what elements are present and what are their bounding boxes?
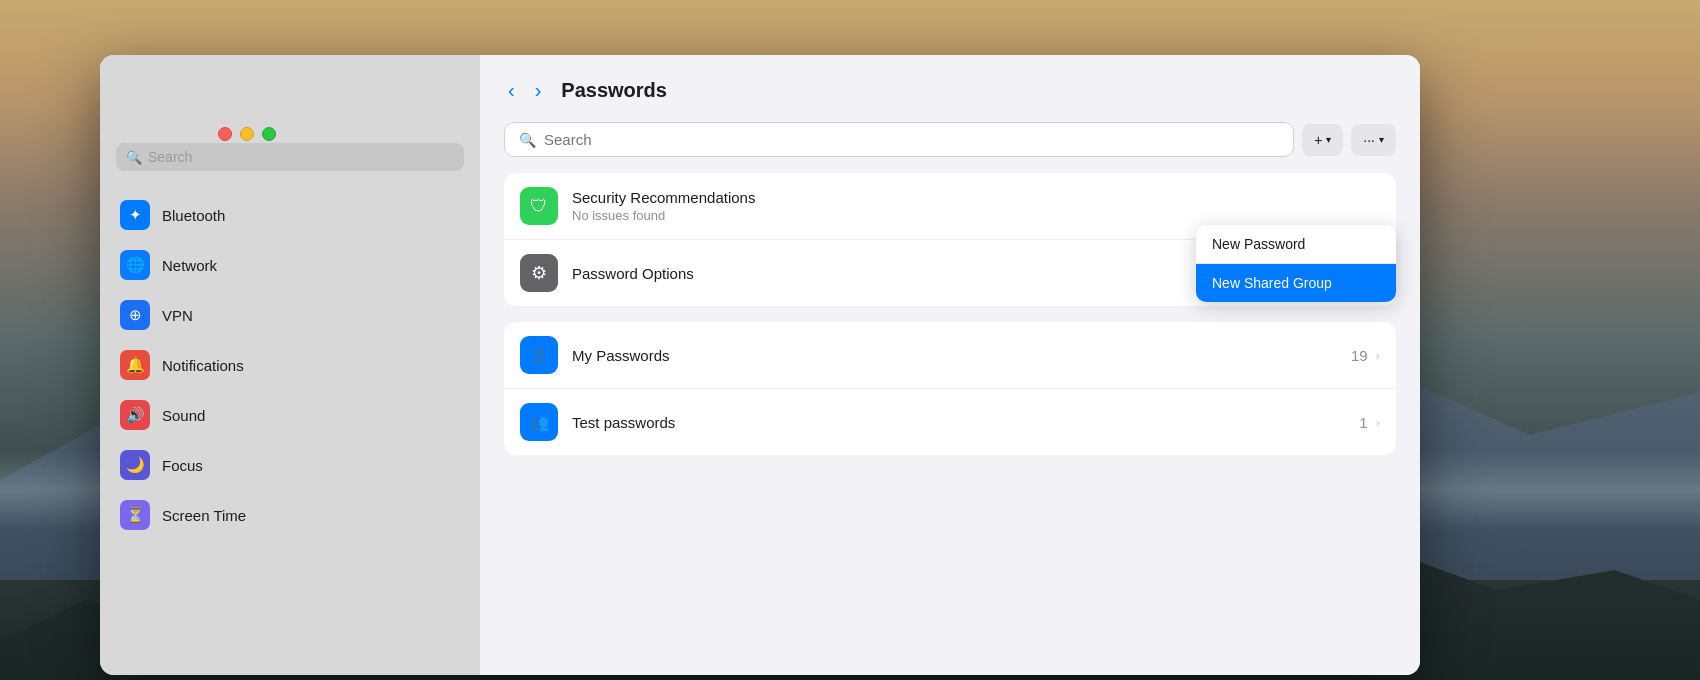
my-passwords-text: My Passwords	[572, 347, 1351, 364]
new-password-item[interactable]: New Password	[1196, 225, 1396, 264]
sidebar-search-placeholder: Search	[148, 149, 192, 165]
sidebar-label-vpn: VPN	[162, 307, 193, 324]
search-icon: 🔍	[126, 150, 142, 165]
security-subtitle: No issues found	[572, 208, 1380, 223]
add-chevron-icon: ▾	[1326, 134, 1331, 145]
test-passwords-text: Test passwords	[572, 414, 1359, 431]
passwords-section: 👤 My Passwords 19 › 👥 Test passwords 1 ›	[504, 322, 1396, 455]
test-passwords-title: Test passwords	[572, 414, 1359, 431]
sidebar-item-focus[interactable]: 🌙 Focus	[108, 441, 472, 489]
more-chevron-icon: ▾	[1379, 134, 1384, 145]
sidebar-search-bar[interactable]: 🔍 Search	[116, 143, 464, 171]
sidebar-item-network[interactable]: 🌐 Network	[108, 241, 472, 289]
sidebar-label-focus: Focus	[162, 457, 203, 474]
sidebar-label-notifications: Notifications	[162, 357, 244, 374]
main-header: ‹ › Passwords	[480, 55, 1420, 122]
test-passwords-item[interactable]: 👥 Test passwords 1 ›	[504, 389, 1396, 455]
my-passwords-count: 19	[1351, 347, 1368, 364]
security-item-text: Security Recommendations No issues found	[572, 189, 1380, 223]
sidebar-items: ✦ Bluetooth 🌐 Network ⊕ VPN 🔔 Notificati…	[100, 187, 480, 675]
window: 🔍 Search ✦ Bluetooth 🌐 Network ⊕ VPN 🔔 N…	[100, 55, 1420, 675]
main-content: ‹ › Passwords 🔍 + ▾ ··· ▾ New Password	[480, 55, 1420, 675]
close-button[interactable]	[218, 127, 232, 141]
page-title: Passwords	[561, 79, 667, 102]
sidebar: 🔍 Search ✦ Bluetooth 🌐 Network ⊕ VPN 🔔 N…	[100, 55, 480, 675]
add-plus-label: +	[1314, 132, 1322, 148]
main-search-bar[interactable]: 🔍	[504, 122, 1294, 157]
my-passwords-item[interactable]: 👤 My Passwords 19 ›	[504, 322, 1396, 389]
sidebar-label-screen-time: Screen Time	[162, 507, 246, 524]
sidebar-label-sound: Sound	[162, 407, 205, 424]
sidebar-item-bluetooth[interactable]: ✦ Bluetooth	[108, 191, 472, 239]
new-shared-group-item[interactable]: New Shared Group	[1196, 264, 1396, 302]
focus-icon: 🌙	[120, 450, 150, 480]
add-button[interactable]: + ▾	[1302, 124, 1343, 156]
traffic-lights	[218, 127, 276, 141]
test-passwords-icon: 👥	[520, 403, 558, 441]
notifications-icon: 🔔	[120, 350, 150, 380]
more-dots-label: ···	[1363, 132, 1375, 148]
screen-time-icon: ⏳	[120, 500, 150, 530]
more-button[interactable]: ··· ▾	[1351, 124, 1396, 156]
sidebar-label-bluetooth: Bluetooth	[162, 207, 225, 224]
sidebar-item-sound[interactable]: 🔊 Sound	[108, 391, 472, 439]
sidebar-item-screen-time[interactable]: ⏳ Screen Time	[108, 491, 472, 539]
vpn-icon: ⊕	[120, 300, 150, 330]
sound-icon: 🔊	[120, 400, 150, 430]
new-shared-group-label: New Shared Group	[1212, 275, 1332, 291]
main-search-icon: 🔍	[519, 132, 536, 148]
security-icon: 🛡	[520, 187, 558, 225]
my-passwords-icon: 👤	[520, 336, 558, 374]
dropdown-menu: New Password New Shared Group	[1196, 225, 1396, 302]
options-icon: ⚙	[520, 254, 558, 292]
forward-button[interactable]: ›	[531, 75, 546, 106]
sidebar-item-notifications[interactable]: 🔔 Notifications	[108, 341, 472, 389]
main-search-row: 🔍 + ▾ ··· ▾	[480, 122, 1420, 173]
minimize-button[interactable]	[240, 127, 254, 141]
sidebar-item-vpn[interactable]: ⊕ VPN	[108, 291, 472, 339]
network-icon: 🌐	[120, 250, 150, 280]
new-password-label: New Password	[1212, 236, 1305, 252]
content-list: 🛡 Security Recommendations No issues fou…	[480, 173, 1420, 471]
my-passwords-chevron-icon: ›	[1376, 348, 1380, 363]
maximize-button[interactable]	[262, 127, 276, 141]
back-button[interactable]: ‹	[504, 75, 519, 106]
main-search-input[interactable]	[544, 131, 1279, 148]
test-passwords-count: 1	[1359, 414, 1367, 431]
bluetooth-icon: ✦	[120, 200, 150, 230]
test-passwords-chevron-icon: ›	[1376, 415, 1380, 430]
security-title: Security Recommendations	[572, 189, 1380, 206]
sidebar-label-network: Network	[162, 257, 217, 274]
my-passwords-title: My Passwords	[572, 347, 1351, 364]
